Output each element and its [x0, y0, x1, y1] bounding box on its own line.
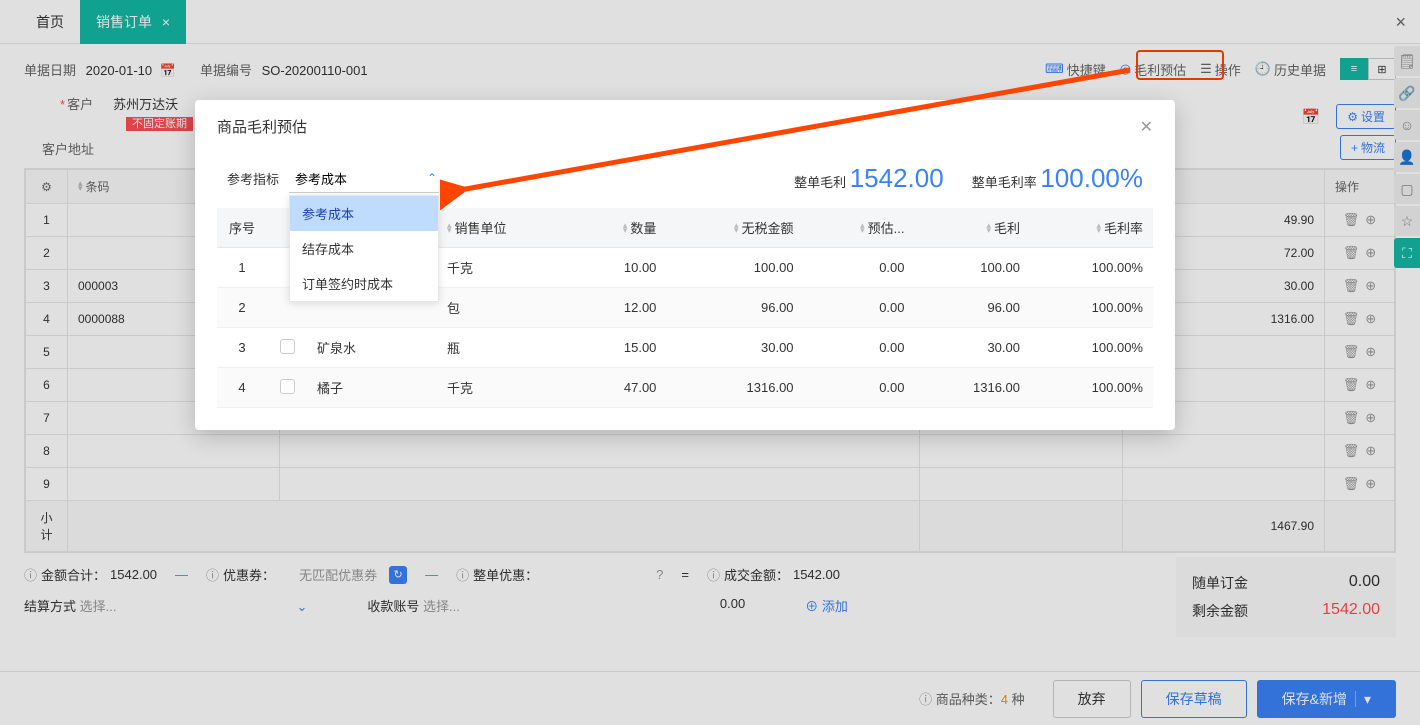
total-profit-value: 1542.00 [850, 163, 944, 193]
checkbox[interactable] [280, 339, 295, 354]
table-row[interactable]: 3矿泉水瓶15.0030.000.0030.00100.00% [217, 328, 1153, 368]
dropdown-option[interactable]: 参考成本 [290, 196, 438, 231]
total-profit-label: 整单毛利 [794, 175, 846, 190]
col-qty[interactable]: ▴▾数量 [574, 208, 666, 248]
dropdown-option[interactable]: 订单签约时成本 [290, 266, 438, 301]
col-est[interactable]: ▴▾预估... [804, 208, 915, 248]
profit-estimate-modal: 商品毛利预估 ✕ 参考指标 ⌃ 参考成本 结存成本 订单签约时成本 整单毛利 1… [195, 100, 1175, 430]
chevron-up-icon[interactable]: ⌃ [427, 171, 437, 185]
col-unit[interactable]: ▴▾销售单位 [437, 208, 574, 248]
ref-indicator-label: 参考指标 [227, 169, 279, 188]
ref-indicator-dropdown: 参考成本 结存成本 订单签约时成本 [289, 195, 439, 302]
col-amount[interactable]: ▴▾无税金额 [666, 208, 803, 248]
modal-title: 商品毛利预估 [217, 116, 307, 137]
ref-indicator-select[interactable]: ⌃ 参考成本 结存成本 订单签约时成本 [289, 165, 439, 193]
checkbox[interactable] [280, 379, 295, 394]
table-row[interactable]: 4橘子千克47.001316.000.001316.00100.00% [217, 368, 1153, 408]
col-rate[interactable]: ▴▾毛利率 [1030, 208, 1153, 248]
ref-indicator-input[interactable] [289, 165, 439, 193]
total-rate-label: 整单毛利率 [972, 175, 1037, 190]
total-rate-value: 100.00% [1040, 163, 1143, 193]
modal-close-icon[interactable]: ✕ [1140, 117, 1153, 137]
col-profit[interactable]: ▴▾毛利 [915, 208, 1030, 248]
col-seq[interactable]: 序号 [217, 208, 267, 248]
dropdown-option[interactable]: 结存成本 [290, 231, 438, 266]
